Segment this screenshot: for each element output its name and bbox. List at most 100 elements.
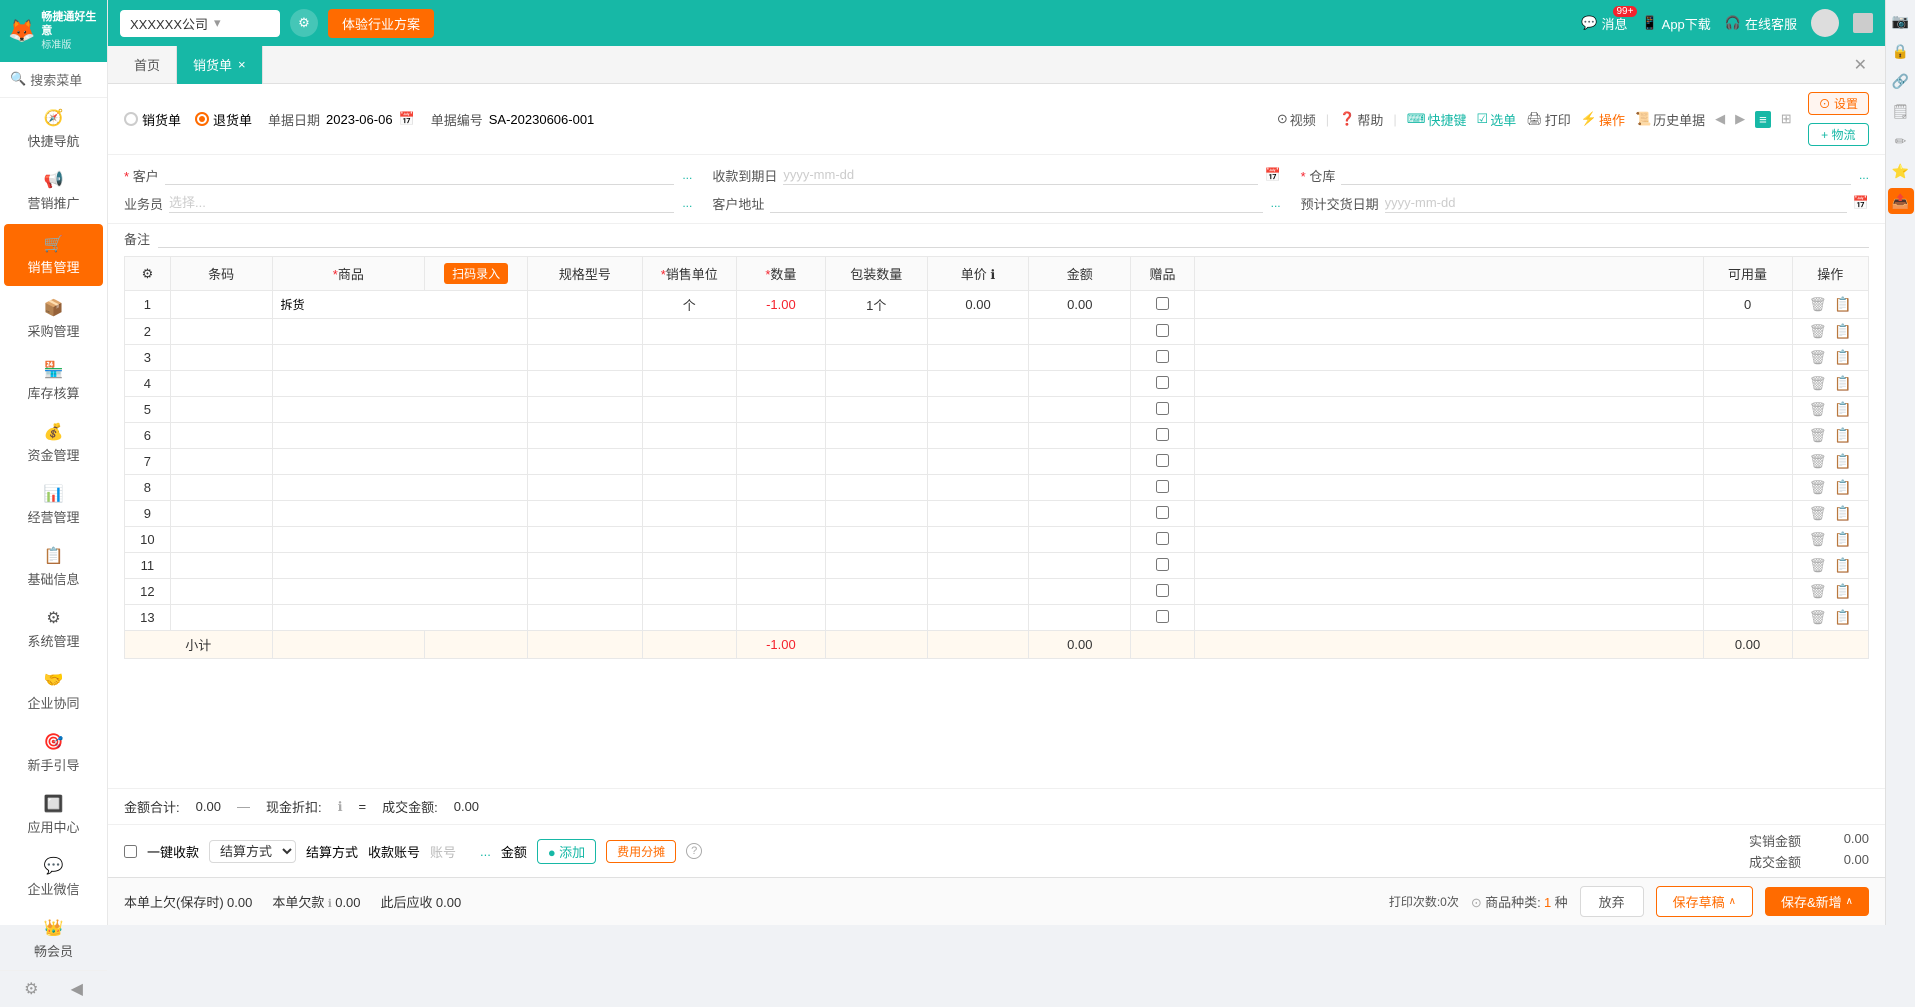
row-product[interactable] <box>272 579 528 605</box>
logistics-btn[interactable]: + 物流 <box>1808 123 1869 146</box>
salesperson-input[interactable] <box>169 193 674 213</box>
sidebar-item-report[interactable]: 📊 经营管理 <box>0 474 107 536</box>
row-price[interactable] <box>927 397 1029 423</box>
tab-sales-order[interactable]: 销货单 × <box>177 46 263 84</box>
row-gift[interactable] <box>1131 553 1195 579</box>
row-gift[interactable] <box>1131 371 1195 397</box>
service-btn[interactable]: 🎧 在线客服 <box>1725 14 1797 33</box>
row-gift[interactable] <box>1131 605 1195 631</box>
row-gift[interactable] <box>1131 579 1195 605</box>
row-copy-icon[interactable]: 📋 <box>1834 401 1851 417</box>
row-spec[interactable] <box>528 553 642 579</box>
salesperson-dots[interactable]: ... <box>682 196 692 210</box>
row-gift[interactable] <box>1131 345 1195 371</box>
th-config[interactable]: ⚙ <box>125 257 171 291</box>
sidebar-item-corp[interactable]: 🤝 企业协同 <box>0 660 107 722</box>
right-icon-camera[interactable]: 📷 <box>1888 8 1914 34</box>
row-price[interactable] <box>927 371 1029 397</box>
list-view-btn[interactable]: ≡ <box>1755 111 1771 128</box>
row-spec[interactable] <box>528 605 642 631</box>
sidebar-gear-icon[interactable]: ⚙ <box>24 979 38 999</box>
row-gift[interactable] <box>1131 397 1195 423</box>
doc-history-btn[interactable]: 📜 历史单据 <box>1635 110 1705 129</box>
row-qty[interactable] <box>736 319 825 345</box>
doc-op-btn[interactable]: ⚡ 操作 <box>1581 110 1625 129</box>
payment-method-select[interactable]: 结算方式 <box>209 840 296 863</box>
sidebar-item-quicknav[interactable]: 🧭 快捷导航 <box>0 98 107 160</box>
row-price[interactable] <box>927 553 1029 579</box>
row-product[interactable] <box>272 319 528 345</box>
row-gift[interactable] <box>1131 527 1195 553</box>
row-spec[interactable] <box>528 319 642 345</box>
row-barcode[interactable] <box>170 291 272 319</box>
row-barcode[interactable] <box>170 319 272 345</box>
row-qty[interactable] <box>736 527 825 553</box>
row-qty[interactable] <box>736 501 825 527</box>
tab-home[interactable]: 首页 <box>118 46 177 84</box>
sidebar-item-system[interactable]: ⚙ 系统管理 <box>0 598 107 660</box>
row-delete-icon[interactable]: 🗑 <box>1809 453 1827 469</box>
row-copy-icon[interactable]: 📋 <box>1834 583 1851 599</box>
doc-select-btn[interactable]: ☑ 选单 <box>1477 110 1517 129</box>
row-price[interactable] <box>927 345 1029 371</box>
row-qty[interactable] <box>736 371 825 397</box>
doc-print-btn[interactable]: 🖨 打印 <box>1526 110 1571 129</box>
user-avatar[interactable] <box>1811 9 1839 37</box>
row-delete-icon[interactable]: 🗑 <box>1809 323 1827 339</box>
row-remark[interactable] <box>1194 605 1703 631</box>
row-qty[interactable]: -1.00 <box>736 291 825 319</box>
setting-btn[interactable]: ⊙ 设置 <box>1808 92 1869 115</box>
company-settings-icon[interactable]: ⚙ <box>290 9 318 37</box>
row-gift[interactable] <box>1131 291 1195 319</box>
next-doc-btn[interactable]: ▶ <box>1735 111 1745 127</box>
row-barcode[interactable] <box>170 553 272 579</box>
row-price[interactable] <box>927 501 1029 527</box>
sidebar-collapse-icon[interactable]: ◀ <box>71 979 83 999</box>
abandon-btn[interactable]: 放弃 <box>1580 886 1644 917</box>
row-gift[interactable] <box>1131 319 1195 345</box>
row-spec[interactable] <box>528 579 642 605</box>
row-qty[interactable] <box>736 345 825 371</box>
company-selector[interactable]: XXXXXX公司 ▾ <box>120 10 280 37</box>
row-copy-icon[interactable]: 📋 <box>1834 505 1851 521</box>
doc-shortcut-btn[interactable]: ⌨ 快捷键 <box>1407 110 1467 129</box>
discount-info-icon[interactable]: ℹ <box>338 799 343 815</box>
row-remark[interactable] <box>1194 449 1703 475</box>
row-barcode[interactable] <box>170 527 272 553</box>
row-price[interactable] <box>927 579 1029 605</box>
row-qty[interactable] <box>736 449 825 475</box>
row-barcode[interactable] <box>170 501 272 527</box>
calendar-icon[interactable]: 📅 <box>399 111 415 127</box>
row-gift[interactable] <box>1131 449 1195 475</box>
scan-btn[interactable]: 扫码录入 <box>444 263 508 284</box>
row-remark[interactable] <box>1194 501 1703 527</box>
row-spec[interactable] <box>528 527 642 553</box>
row-barcode[interactable] <box>170 449 272 475</box>
trial-btn[interactable]: 体验行业方案 <box>328 9 434 38</box>
row-product[interactable] <box>272 553 528 579</box>
customer-addr-dots[interactable]: ... <box>1271 196 1281 210</box>
sidebar-item-sales[interactable]: 🛒 销售管理 <box>4 224 103 286</box>
row-barcode[interactable] <box>170 605 272 631</box>
row-product[interactable] <box>272 449 528 475</box>
row-product[interactable] <box>272 605 528 631</box>
row-gift[interactable] <box>1131 501 1195 527</box>
expected-date-calendar-icon[interactable]: 📅 <box>1853 195 1869 211</box>
sidebar-item-purchase[interactable]: 📦 采购管理 <box>0 288 107 350</box>
radio-return-order[interactable]: 退货单 <box>195 110 252 129</box>
right-icon-note[interactable]: 🗒 <box>1888 98 1914 124</box>
product-types-icon[interactable]: ⊙ <box>1471 895 1482 910</box>
row-spec[interactable] <box>528 423 642 449</box>
row-qty[interactable] <box>736 553 825 579</box>
save-draft-btn[interactable]: 保存草稿 ∧ <box>1656 886 1753 917</box>
warehouse-dots[interactable]: ... <box>1859 168 1869 182</box>
row-price[interactable] <box>927 319 1029 345</box>
row-remark[interactable] <box>1194 475 1703 501</box>
fee-help-icon[interactable]: ? <box>686 843 702 859</box>
warehouse-input[interactable]: 建材仓 <box>1341 165 1851 185</box>
row-spec[interactable] <box>528 397 642 423</box>
sidebar-item-apps[interactable]: 🔲 应用中心 <box>0 784 107 846</box>
row-remark[interactable] <box>1194 579 1703 605</box>
row-delete-icon[interactable]: 🗑 <box>1809 296 1827 312</box>
app-download-btn[interactable]: 📱 App下载 <box>1641 14 1710 33</box>
